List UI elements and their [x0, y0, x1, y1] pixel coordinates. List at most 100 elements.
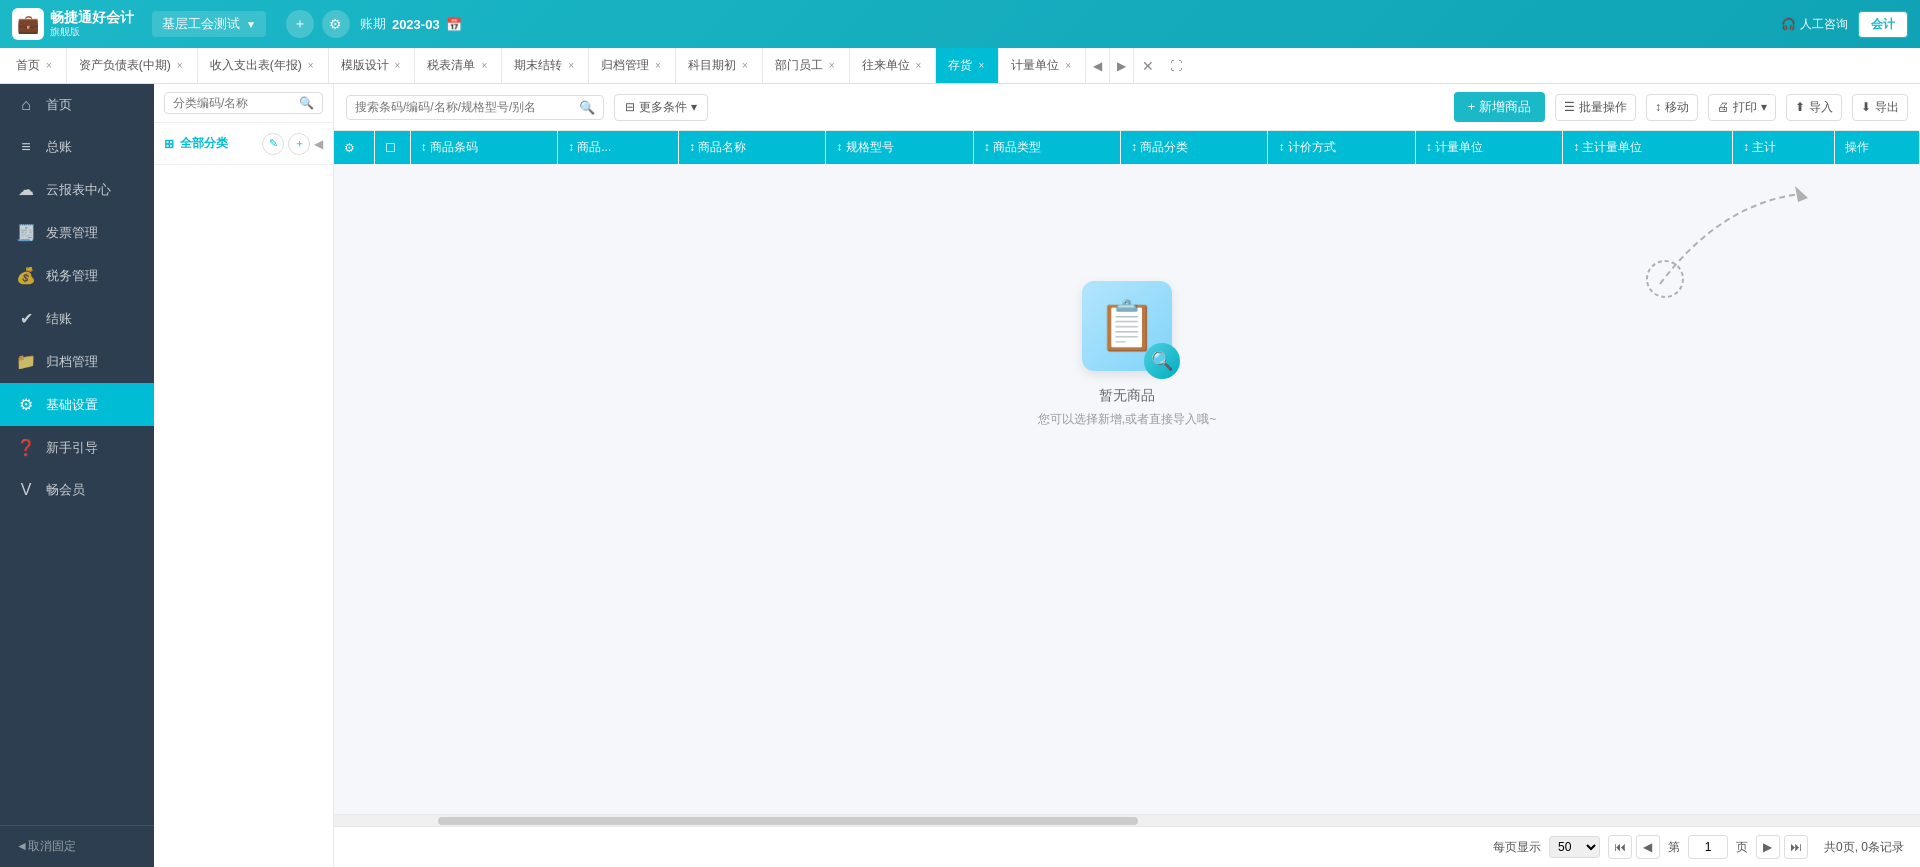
print-label: 打印 — [1733, 99, 1757, 116]
tab-expand-button[interactable]: ⛶ — [1162, 48, 1190, 84]
batch-button[interactable]: ☰ 批量操作 — [1555, 94, 1636, 121]
tab-close-icon[interactable]: × — [914, 59, 924, 72]
tab-close-icon[interactable]: × — [566, 59, 576, 72]
sidebar-item-member[interactable]: V 畅会员 — [0, 469, 154, 511]
invoice-icon: 🧾 — [16, 223, 36, 242]
category-search-input[interactable] — [173, 96, 295, 110]
import-button[interactable]: ⬆ 导入 — [1786, 94, 1842, 121]
sidebar-item-cloud-label: 云报表中心 — [46, 181, 111, 199]
tab-close-icon[interactable]: × — [976, 59, 986, 72]
tab-close-all-button[interactable]: ✕ — [1134, 48, 1162, 84]
batch-label: 批量操作 — [1579, 99, 1627, 116]
empty-state: 📋 🔍 暂无商品 您可以选择新增,或者直接导入哦~ — [334, 164, 1920, 544]
page-size-selector[interactable]: 50 100 200 — [1549, 836, 1600, 858]
th-action-label: 操作 — [1845, 140, 1869, 154]
calendar-icon[interactable]: 📅 — [446, 17, 462, 32]
headset-icon: 🎧 — [1781, 17, 1796, 31]
sidebar-item-close-period[interactable]: ✔ 结账 — [0, 297, 154, 340]
sidebar-item-tax[interactable]: 💰 税务管理 — [0, 254, 154, 297]
move-button[interactable]: ↕ 移动 — [1646, 94, 1698, 121]
tab-counterpart[interactable]: 往来单位 × — [850, 48, 937, 84]
th-main-unit: ↕ 主计量单位 — [1563, 131, 1733, 164]
main-layout: ⌂ 首页 ≡ 总账 ☁ 云报表中心 🧾 发票管理 💰 税务管理 ✔ 结账 — [0, 84, 1920, 867]
th-name: ↕ 商品名称 — [678, 131, 825, 164]
sidebar-item-cloud-report[interactable]: ☁ 云报表中心 — [0, 168, 154, 211]
sidebar-item-invoice[interactable]: 🧾 发票管理 — [0, 211, 154, 254]
all-category-item[interactable]: ⊞ 全部分类 — [164, 131, 262, 156]
content-split: 🔍 ⊞ 全部分类 ✎ ＋ ◀ — [154, 84, 1920, 867]
next-page-button[interactable]: ▶ — [1756, 835, 1780, 859]
sidebar-item-basic-settings[interactable]: ⚙ 基础设置 — [0, 383, 154, 426]
page-size-label: 每页显示 — [1493, 839, 1541, 856]
company-selector[interactable]: 基层工会测试 ▼ — [152, 11, 266, 37]
filter-button[interactable]: ⊟ 更多条件 ▾ — [614, 94, 708, 121]
tab-balance-sheet[interactable]: 资产负债表(中期) × — [67, 48, 198, 84]
search-input[interactable] — [355, 100, 575, 114]
filter-label: 更多条件 — [639, 99, 687, 116]
app-name: 畅捷通好会计 — [50, 9, 134, 26]
settings-icon[interactable]: ⚙ — [322, 10, 350, 38]
tab-close-icon[interactable]: × — [653, 59, 663, 72]
sidebar-item-archive-label: 归档管理 — [46, 353, 98, 371]
tab-template[interactable]: 模版设计 × — [329, 48, 416, 84]
tab-close-icon[interactable]: × — [1063, 59, 1073, 72]
help-button[interactable]: 🎧 人工咨询 — [1781, 16, 1848, 33]
edit-category-button[interactable]: ✎ — [262, 133, 284, 155]
first-page-button[interactable]: ⏮ — [1608, 835, 1632, 859]
th-spec: ↕ 规格型号 — [826, 131, 973, 164]
tab-home[interactable]: 首页 × — [4, 48, 67, 84]
tab-archive[interactable]: 归档管理 × — [589, 48, 676, 84]
tab-close-icon[interactable]: × — [175, 59, 185, 72]
collapse-panel-button[interactable]: ◀ — [314, 137, 323, 151]
logo-area: 💼 畅捷通好会计 旗舰版 — [12, 8, 142, 40]
sidebar-item-home[interactable]: ⌂ 首页 — [0, 84, 154, 126]
add-category-button[interactable]: ＋ — [288, 133, 310, 155]
tab-close-icon[interactable]: × — [827, 59, 837, 72]
grid-icon: ⊞ — [164, 137, 174, 151]
tab-tax-list[interactable]: 税表清单 × — [415, 48, 502, 84]
tab-unit[interactable]: 计量单位 × — [999, 48, 1086, 84]
sidebar-item-guide[interactable]: ❓ 新手引导 — [0, 426, 154, 469]
prev-page-button[interactable]: ◀ — [1636, 835, 1660, 859]
last-page-button[interactable]: ⏭ — [1784, 835, 1808, 859]
tab-inventory-label: 存货 — [948, 57, 972, 74]
th-checkbox[interactable]: ☐ — [374, 131, 410, 164]
add-button[interactable]: ＋ — [286, 10, 314, 38]
tab-income-expense[interactable]: 收入支出表(年报) × — [198, 48, 329, 84]
th-main-count-label: ↕ 主计 — [1743, 140, 1776, 154]
account-button[interactable]: 会计 — [1858, 11, 1908, 38]
category-search[interactable]: 🔍 — [164, 92, 323, 114]
tab-close-icon[interactable]: × — [740, 59, 750, 72]
import-label: 导入 — [1809, 99, 1833, 116]
tab-next-button[interactable]: ▶ — [1110, 48, 1134, 84]
category-header: ⊞ 全部分类 ✎ ＋ ◀ — [154, 123, 333, 165]
member-icon: V — [16, 481, 36, 499]
sidebar-item-archive[interactable]: 📁 归档管理 — [0, 340, 154, 383]
page-size-select[interactable]: 50 100 200 — [1549, 836, 1600, 858]
tab-prev-button[interactable]: ◀ — [1086, 48, 1110, 84]
tab-period-carry[interactable]: 期末结转 × — [502, 48, 589, 84]
print-button[interactable]: 🖨 打印 ▾ — [1708, 94, 1776, 121]
tab-counterpart-label: 往来单位 — [862, 57, 910, 74]
page-number-input[interactable] — [1688, 835, 1728, 859]
search-bar[interactable]: 🔍 — [346, 95, 604, 120]
tab-inventory[interactable]: 存货 × — [936, 48, 999, 84]
search-icon-2: 🔍 — [299, 96, 314, 110]
tab-subject-init[interactable]: 科目期初 × — [676, 48, 763, 84]
tab-close-icon[interactable]: × — [393, 59, 403, 72]
sidebar-unpin-button[interactable]: ◄取消固定 — [0, 825, 154, 867]
sidebar-item-ledger[interactable]: ≡ 总账 — [0, 126, 154, 168]
sidebar: ⌂ 首页 ≡ 总账 ☁ 云报表中心 🧾 发票管理 💰 税务管理 ✔ 结账 — [0, 84, 154, 867]
horizontal-scrollbar[interactable] — [438, 817, 1138, 825]
add-product-button[interactable]: + 新增商品 — [1454, 92, 1545, 122]
tab-close-icon[interactable]: × — [306, 59, 316, 72]
th-barcode-label: ↕ 商品条码 — [421, 140, 478, 154]
table-container: ⚙ ☐ ↕ 商品条码 ↕ 商品... ↕ 商品名称 — [334, 131, 1920, 814]
export-button[interactable]: ⬇ 导出 — [1852, 94, 1908, 121]
th-spec-label: ↕ 规格型号 — [836, 140, 893, 154]
tab-close-icon[interactable]: × — [44, 59, 54, 72]
tab-dept-staff[interactable]: 部门员工 × — [763, 48, 850, 84]
th-config[interactable]: ⚙ — [334, 131, 374, 164]
tab-close-icon[interactable]: × — [479, 59, 489, 72]
export-icon: ⬇ — [1861, 100, 1871, 114]
